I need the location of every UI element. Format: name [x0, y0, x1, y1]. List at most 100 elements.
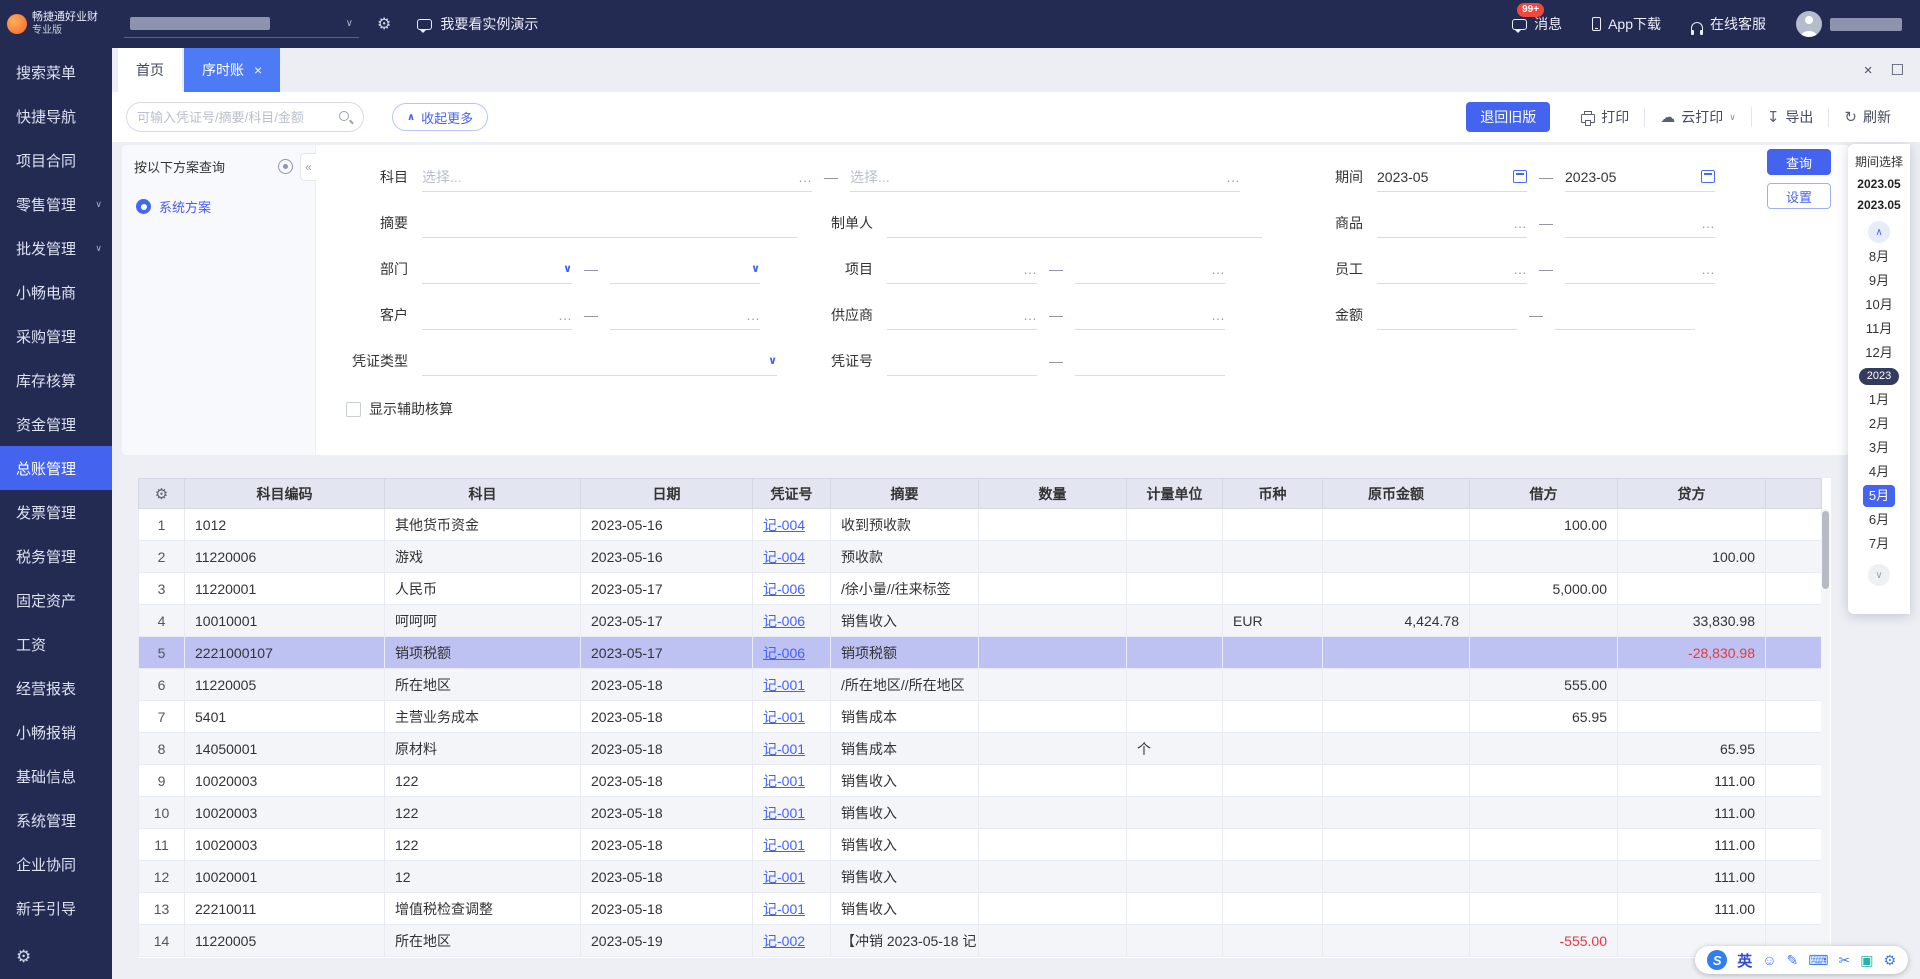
app-download-button[interactable]: App下载: [1592, 14, 1661, 34]
table-row[interactable]: 5 2221000107 销项税额 2023-05-17 记-006 销项税额 -28,83…: [138, 636, 1822, 669]
sidebar-item[interactable]: 小畅报销: [0, 710, 112, 754]
table-row[interactable]: 11 10020003 122 2023-05-18 记-001 销售收入 111.00: [138, 828, 1822, 861]
table-row[interactable]: 1 1012 其他货币资金 2023-05-16 记-004 收到预收款 100.00: [138, 508, 1822, 541]
sidebar-item[interactable]: 项目合同: [0, 138, 112, 182]
voucher-no-from-field[interactable]: [887, 346, 1037, 376]
employee-to-input[interactable]: [1565, 260, 1697, 277]
voucher-link[interactable]: 记-004: [763, 517, 805, 533]
subject-to-field[interactable]: …: [850, 162, 1240, 192]
column-header[interactable]: 计量单位: [1126, 478, 1223, 509]
account-set-selector[interactable]: ∨: [124, 10, 359, 38]
screenshot-scissors-icon[interactable]: ✂: [1838, 953, 1850, 967]
employee-picker-icon[interactable]: …: [1697, 262, 1715, 276]
sidebar-item[interactable]: 搜索菜单: [0, 50, 112, 94]
period-to-input[interactable]: [1565, 168, 1697, 185]
voucher-link[interactable]: 记-001: [763, 869, 805, 885]
period-month-option[interactable]: 12月: [1859, 341, 1898, 365]
amount-to-input[interactable]: [1555, 306, 1695, 323]
period-month-option[interactable]: 5月: [1862, 485, 1896, 507]
preparer-input[interactable]: [887, 214, 1262, 231]
emoji-icon[interactable]: ☺: [1762, 953, 1776, 967]
employee-picker-icon[interactable]: …: [1509, 262, 1527, 276]
department-from-input[interactable]: [422, 260, 560, 277]
summary-input[interactable]: [422, 214, 797, 231]
calendar-icon[interactable]: [1513, 170, 1527, 183]
close-all-tabs-icon[interactable]: ×: [1864, 62, 1873, 79]
table-row[interactable]: 4 10010001 呵呵呵 2023-05-17 记-006 销售收入 EUR 4,424.…: [138, 604, 1822, 637]
sidebar-item[interactable]: 系统管理: [0, 798, 112, 842]
supplier-from-input[interactable]: [887, 306, 1019, 323]
column-header[interactable]: 日期: [580, 478, 753, 509]
messages-button[interactable]: 99+ 消息: [1512, 3, 1562, 34]
voucher-link[interactable]: 记-001: [763, 741, 805, 757]
subject-from-input[interactable]: [422, 168, 794, 185]
amount-from-input[interactable]: [1377, 306, 1517, 323]
department-to-select[interactable]: ∨: [610, 254, 760, 284]
query-button[interactable]: 查询: [1767, 149, 1831, 175]
sidebar-item[interactable]: 小畅电商: [0, 270, 112, 314]
table-row[interactable]: 3 11220001 人民币 2023-05-17 记-006/徐小量//往来标签 5,0…: [138, 572, 1822, 605]
table-row[interactable]: 9 10020003 122 2023-05-18 记-001 销售收入 111.00: [138, 764, 1822, 797]
period-to-field[interactable]: [1565, 162, 1715, 192]
period-from-field[interactable]: [1377, 162, 1527, 192]
subject-picker-icon[interactable]: …: [1222, 170, 1240, 184]
goods-from-input[interactable]: [1377, 214, 1509, 231]
supplier-to-field[interactable]: …: [1075, 300, 1225, 330]
table-row[interactable]: 2 11220006 游戏 2023-05-16 记-004 预收款 100.00: [138, 540, 1822, 573]
table-scrollbar-thumb[interactable]: [1822, 511, 1829, 589]
skin-grid-icon[interactable]: ▣: [1860, 953, 1873, 967]
topbar-settings-gear-icon[interactable]: ⚙: [377, 14, 391, 34]
supplier-picker-icon[interactable]: …: [1207, 308, 1225, 322]
customer-picker-icon[interactable]: …: [554, 308, 572, 322]
online-support-button[interactable]: 在线客服: [1691, 14, 1766, 35]
table-row[interactable]: 7 5401 主营业务成本 2023-05-18 记-001 销售成本 65.95: [138, 700, 1822, 733]
employee-from-input[interactable]: [1377, 260, 1509, 277]
sidebar-item[interactable]: 批发管理 ∨: [0, 226, 112, 270]
supplier-from-field[interactable]: …: [887, 300, 1037, 330]
voucher-no-from-input[interactable]: [887, 352, 1037, 369]
employee-to-field[interactable]: …: [1565, 254, 1715, 284]
period-month-option[interactable]: 2月: [1863, 412, 1895, 436]
checkbox-icon[interactable]: [346, 401, 361, 417]
project-from-input[interactable]: [887, 260, 1019, 277]
period-scroll-down-button[interactable]: ∨: [1868, 564, 1890, 586]
tab[interactable]: 序时账 ×: [184, 48, 281, 92]
customer-from-input[interactable]: [422, 306, 554, 323]
subject-to-input[interactable]: [850, 168, 1222, 185]
goods-picker-icon[interactable]: …: [1509, 216, 1527, 230]
supplier-picker-icon[interactable]: …: [1019, 308, 1037, 322]
search-icon[interactable]: [338, 110, 353, 125]
sidebar-item[interactable]: 基础信息: [0, 754, 112, 798]
chevron-down-icon[interactable]: ∨: [747, 262, 760, 275]
tab[interactable]: 首页: [118, 48, 182, 92]
voucher-link[interactable]: 记-001: [763, 805, 805, 821]
voucher-link[interactable]: 记-006: [763, 645, 805, 661]
scheme-settings-icon[interactable]: [278, 159, 293, 174]
show-aux-checkbox-row[interactable]: 显示辅助核算: [346, 399, 1709, 419]
cloud-print-button[interactable]: ☁ 云打印 ∨: [1644, 107, 1751, 127]
summary-field[interactable]: [422, 208, 797, 238]
column-header[interactable]: 借方: [1469, 478, 1618, 509]
period-month-option[interactable]: 7月: [1863, 532, 1895, 556]
column-header[interactable]: 数量: [978, 478, 1127, 509]
search-input[interactable]: [137, 109, 332, 125]
column-header[interactable]: 原币金额: [1322, 478, 1470, 509]
sidebar-item[interactable]: 企业协同: [0, 842, 112, 886]
sidebar-item[interactable]: 库存核算: [0, 358, 112, 402]
calendar-icon[interactable]: [1701, 170, 1715, 183]
voucher-type-select[interactable]: ∨: [422, 346, 777, 376]
amount-to-field[interactable]: [1555, 300, 1695, 330]
handwriting-pen-icon[interactable]: ✎: [1787, 953, 1799, 967]
table-row[interactable]: 8 14050001 原材料 2023-05-18 记-001 销售成本个 65.95: [138, 732, 1822, 765]
voucher-link[interactable]: 记-004: [763, 549, 805, 565]
ime-logo-icon[interactable]: S: [1707, 950, 1728, 970]
table-row[interactable]: 6 11220005 所在地区 2023-05-18 记-001/所在地区//所在地区 5…: [138, 668, 1822, 701]
voucher-no-to-field[interactable]: [1075, 346, 1225, 376]
voucher-link[interactable]: 记-002: [763, 933, 805, 949]
table-row[interactable]: 12 10020001 12 2023-05-18 记-001 销售收入 111.00: [138, 860, 1822, 893]
ime-language-indicator[interactable]: 英: [1737, 950, 1752, 971]
scheme-item-system[interactable]: 系统方案: [122, 188, 315, 225]
toolbox-gear-icon[interactable]: ⚙: [1883, 953, 1896, 967]
customer-to-input[interactable]: [610, 306, 742, 323]
column-header[interactable]: 币种: [1222, 478, 1323, 509]
